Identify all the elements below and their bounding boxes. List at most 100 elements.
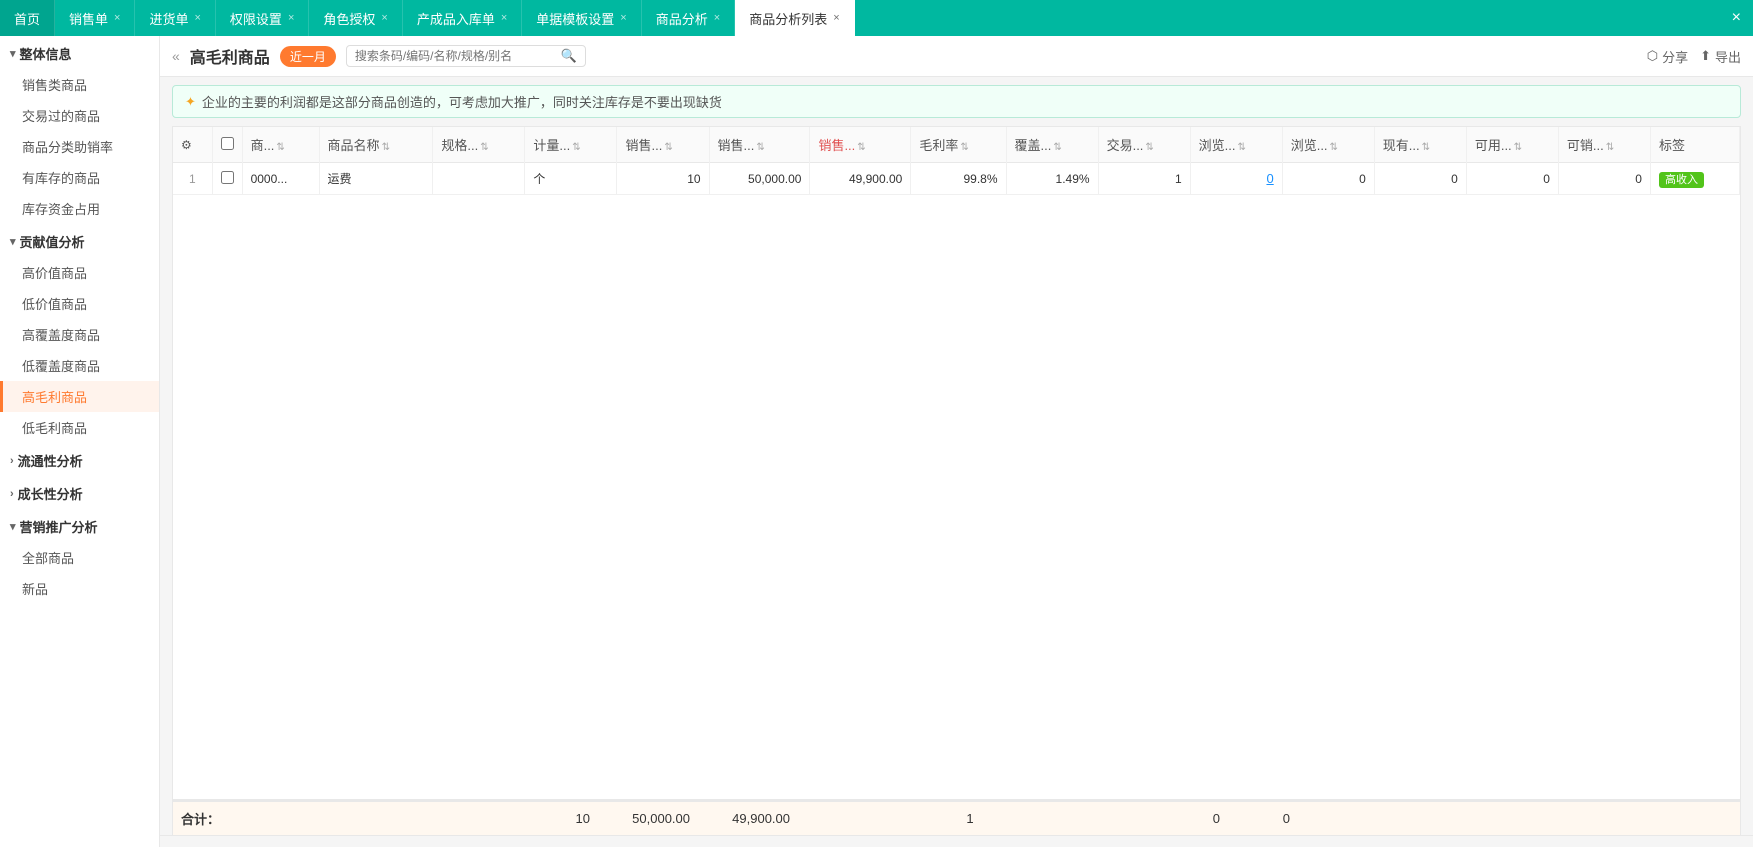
sidebar-group-liquidity[interactable]: › 流通性分析 <box>0 443 159 476</box>
close-tab-production[interactable]: × <box>501 12 507 24</box>
tag-badge: 高收入 <box>1659 172 1704 188</box>
tab-permissions[interactable]: 权限设置 × <box>216 0 309 36</box>
sidebar-group-marketing[interactable]: ▾ 营销推广分析 <box>0 509 159 542</box>
col-checkbox[interactable] <box>212 127 242 163</box>
sidebar-item-low-value[interactable]: 低价值商品 <box>0 288 159 319</box>
sidebar-item-new-goods[interactable]: 新品 <box>0 573 159 604</box>
tab-goods-analysis-list[interactable]: 商品分析列表 × <box>735 0 854 36</box>
close-tab-permissions[interactable]: × <box>288 12 294 24</box>
share-icon: ⬡ <box>1647 48 1658 64</box>
sidebar-item-low-margin[interactable]: 低毛利商品 <box>0 412 159 443</box>
sidebar-item-traded-goods[interactable]: 交易过的商品 <box>0 100 159 131</box>
sidebar-item-in-stock[interactable]: 有库存的商品 <box>0 162 159 193</box>
sidebar-item-category-rate[interactable]: 商品分类助销率 <box>0 131 159 162</box>
sidebar-group-growth[interactable]: › 成长性分析 <box>0 476 159 509</box>
top-nav: 首页 销售单 × 进货单 × 权限设置 × 角色授权 × 产成品入库单 × 单据… <box>0 0 1753 36</box>
col-tag[interactable]: 标签 <box>1650 127 1739 163</box>
share-button[interactable]: ⬡ 分享 <box>1647 47 1688 66</box>
search-icon[interactable]: 🔍 <box>561 48 577 64</box>
row-current-stock: 0 <box>1374 163 1466 195</box>
close-tab-template[interactable]: × <box>620 12 626 24</box>
row-gross-margin: 99.8% <box>911 163 1006 195</box>
row-available-stock: 0 <box>1466 163 1558 195</box>
col-available-stock[interactable]: 可用...⇅ <box>1466 127 1558 163</box>
close-tab-goods-analysis[interactable]: × <box>714 12 720 24</box>
horizontal-scrollbar[interactable] <box>160 835 1753 847</box>
col-spec[interactable]: 规格...⇅ <box>433 127 525 163</box>
row-sale-profit: 49,900.00 <box>810 163 911 195</box>
sidebar-item-high-coverage[interactable]: 高覆盖度商品 <box>0 319 159 350</box>
footer-container: 合计： 10 50,000.00 49,900.00 1 0 0 <box>172 800 1741 835</box>
row-settings[interactable]: 1 <box>173 163 212 195</box>
tab-roles[interactable]: 角色授权 × <box>309 0 402 36</box>
row-coverage: 1.49% <box>1006 163 1098 195</box>
row-name: 运费 <box>319 163 433 195</box>
main-layout: ▾ 整体信息 销售类商品 交易过的商品 商品分类助销率 有库存的商品 库存资金占… <box>0 36 1753 847</box>
col-coverage[interactable]: 覆盖...⇅ <box>1006 127 1098 163</box>
search-input[interactable] <box>355 49 561 63</box>
arrow-icon: ▾ <box>10 520 16 533</box>
arrow-collapsed-icon: › <box>10 455 14 467</box>
select-all-checkbox[interactable] <box>221 137 234 150</box>
sidebar-item-all-goods[interactable]: 全部商品 <box>0 542 159 573</box>
row-spec <box>433 163 525 195</box>
col-current-stock[interactable]: 现有...⇅ <box>1374 127 1466 163</box>
time-filter-button[interactable]: 近一月 <box>280 46 336 67</box>
col-transactions[interactable]: 交易...⇅ <box>1098 127 1190 163</box>
close-tab-purchase[interactable]: × <box>194 12 200 24</box>
content-area: « 高毛利商品 近一月 🔍 ⬡ 分享 ⬆ 导出 ✦ 企业的主要的利润都是这部 <box>160 36 1753 847</box>
row-select-checkbox[interactable] <box>221 171 234 184</box>
collapse-sidebar-button[interactable]: « <box>172 48 180 64</box>
page-title: 高毛利商品 <box>190 44 270 68</box>
search-box: 🔍 <box>346 45 586 67</box>
tab-goods-analysis[interactable]: 商品分析 × <box>642 0 735 36</box>
sidebar-group-overall[interactable]: ▾ 整体信息 <box>0 36 159 69</box>
col-views2[interactable]: 浏览...⇅ <box>1282 127 1374 163</box>
row-views1[interactable]: 0 <box>1190 163 1282 195</box>
row-checkbox[interactable] <box>212 163 242 195</box>
col-gross-margin[interactable]: 毛利率⇅ <box>911 127 1006 163</box>
col-sale-amount[interactable]: 销售...⇅ <box>709 127 810 163</box>
sidebar-item-high-value[interactable]: 高价值商品 <box>0 257 159 288</box>
col-settings[interactable]: ⚙ <box>173 127 212 163</box>
col-code[interactable]: 商...⇅ <box>242 127 319 163</box>
row-saleable-stock: 0 <box>1558 163 1650 195</box>
row-unit: 个 <box>525 163 617 195</box>
info-banner: ✦ 企业的主要的利润都是这部分商品创造的，可考虑加大推广，同时关注库存是不要出现… <box>172 85 1741 118</box>
col-views1[interactable]: 浏览...⇅ <box>1190 127 1282 163</box>
sidebar-item-stock-capital[interactable]: 库存资金占用 <box>0 193 159 224</box>
row-sale-qty: 10 <box>617 163 709 195</box>
col-sale-profit[interactable]: 销售...⇅ <box>810 127 911 163</box>
close-tab-sales[interactable]: × <box>114 12 120 24</box>
header-actions: ⬡ 分享 ⬆ 导出 <box>1647 47 1741 66</box>
row-code: 0000... <box>242 163 319 195</box>
content-header: « 高毛利商品 近一月 🔍 ⬡ 分享 ⬆ 导出 <box>160 36 1753 77</box>
close-tab-goods-analysis-list[interactable]: × <box>833 12 839 24</box>
row-tag: 高收入 <box>1650 163 1739 195</box>
sidebar-item-low-coverage[interactable]: 低覆盖度商品 <box>0 350 159 381</box>
close-tab-roles[interactable]: × <box>381 12 387 24</box>
sidebar-item-sales-goods[interactable]: 销售类商品 <box>0 69 159 100</box>
col-name[interactable]: 商品名称⇅ <box>319 127 433 163</box>
row-transactions: 1 <box>1098 163 1190 195</box>
close-all-tabs[interactable]: × <box>1720 0 1753 36</box>
table-container[interactable]: ⚙ 商...⇅ 商品名称⇅ 规格...⇅ 计量...⇅ 销售...⇅ 销售...… <box>172 126 1741 800</box>
sidebar-group-contribution[interactable]: ▾ 贡献值分析 <box>0 224 159 257</box>
col-unit[interactable]: 计量...⇅ <box>525 127 617 163</box>
tab-home[interactable]: 首页 <box>0 0 55 36</box>
arrow-icon: ▾ <box>10 47 16 60</box>
tab-purchase[interactable]: 进货单 × <box>135 0 215 36</box>
export-button[interactable]: ⬆ 导出 <box>1700 47 1741 66</box>
col-saleable-stock[interactable]: 可销...⇅ <box>1558 127 1650 163</box>
tab-sales[interactable]: 销售单 × <box>55 0 135 36</box>
col-sale-qty[interactable]: 销售...⇅ <box>617 127 709 163</box>
footer-transactions: 1 <box>930 811 1010 826</box>
footer-sale-qty: 10 <box>510 811 590 826</box>
sidebar-item-high-margin[interactable]: 高毛利商品 <box>0 381 159 412</box>
tab-template[interactable]: 单据模板设置 × <box>522 0 641 36</box>
footer-sale-profit: 49,900.00 <box>690 811 790 826</box>
footer-available-stock: 0 <box>1220 811 1290 826</box>
tab-production[interactable]: 产成品入库单 × <box>403 0 522 36</box>
sidebar: ▾ 整体信息 销售类商品 交易过的商品 商品分类助销率 有库存的商品 库存资金占… <box>0 36 160 847</box>
footer-totals: 合计： 10 50,000.00 49,900.00 1 0 0 <box>172 800 1741 835</box>
